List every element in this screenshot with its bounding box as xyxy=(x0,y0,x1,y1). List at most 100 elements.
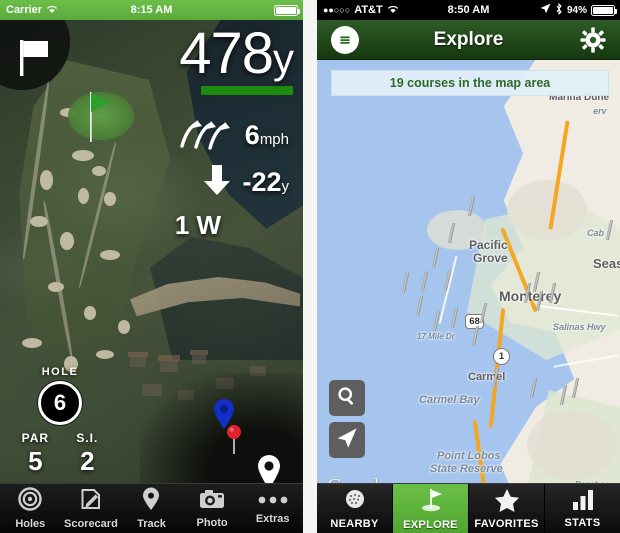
status-time: 8:15 AM xyxy=(130,4,173,16)
tab-label: NEARBY xyxy=(330,517,379,530)
course-pin-marker[interactable] xyxy=(527,370,541,398)
tab-label: EXPLORE xyxy=(403,518,458,531)
bunker xyxy=(96,350,114,359)
tab-explore[interactable]: EXPLORE xyxy=(393,484,469,533)
tab-label: Holes xyxy=(15,518,46,530)
tab-nearby[interactable]: NEARBY xyxy=(317,484,393,533)
par-group: PAR 5 xyxy=(22,431,49,477)
locate-button[interactable] xyxy=(329,422,365,458)
course-pin-marker[interactable] xyxy=(413,288,427,316)
phone-gap-divider xyxy=(306,0,314,533)
terrain-shade xyxy=(527,410,617,480)
tab-favorites[interactable]: FAVORITES xyxy=(469,484,545,533)
camera-icon xyxy=(199,488,225,515)
shot-stats-block: 6mph -22y 1 W xyxy=(129,116,289,241)
tab-track[interactable]: Track xyxy=(121,484,182,533)
map-label: erv xyxy=(593,106,607,116)
battery-percent: 94% xyxy=(566,4,587,16)
par-value: 5 xyxy=(28,446,43,476)
course-pin-marker[interactable] xyxy=(399,265,413,293)
course-count-banner: 19 courses in the map area xyxy=(331,70,609,96)
tab-label: Extras xyxy=(255,512,290,525)
course-pin-marker[interactable] xyxy=(430,303,444,331)
bunker xyxy=(92,166,106,176)
course-pin-marker[interactable] xyxy=(448,300,462,328)
explore-nav-bar: Explore xyxy=(317,20,620,60)
tab-stats[interactable]: STATS xyxy=(545,484,620,533)
google-map-view[interactable]: 19 courses in the map area Marina Dune er… xyxy=(317,60,620,503)
search-icon xyxy=(337,386,357,411)
elevation-unit: y xyxy=(281,178,290,195)
left-phone-golf-app: Carrier 8:15 AM 478y 6mph -22y 1 W Holes… xyxy=(0,0,306,533)
map-label: Salinas Hwy xyxy=(553,322,606,332)
bunker xyxy=(84,306,96,320)
course-pin-marker[interactable] xyxy=(445,215,459,243)
white-location-pin[interactable] xyxy=(256,454,282,483)
dual-phone-screenshot: Carrier 8:15 AM 478y 6mph -22y 1 W Holes… xyxy=(0,0,620,533)
elevation-row: -22y xyxy=(129,163,289,202)
status-right-group: 94% xyxy=(540,2,617,18)
right-status-bar: ●●○○○ AT&T 8:50 AM 94% xyxy=(317,0,620,20)
golf-ball-icon xyxy=(343,488,367,517)
tab-label: Track xyxy=(137,518,166,530)
bluetooth-icon xyxy=(555,2,563,18)
si-group: S.I. 2 xyxy=(76,431,98,477)
elevation-group: -22y xyxy=(242,167,289,198)
distance-value: 478 xyxy=(179,21,274,86)
course-pin-marker[interactable] xyxy=(603,212,617,240)
tab-holes[interactable]: Holes xyxy=(0,484,61,533)
club-recommendation: 1 W xyxy=(174,210,222,240)
left-tab-bar: Holes Scorecard Track Photo Extras xyxy=(0,483,303,533)
red-pin-marker[interactable] xyxy=(226,424,242,459)
map-label: Point Lobos xyxy=(437,450,501,462)
hole-info-panel: HOLE 6 PAR 5 S.I. 2 xyxy=(8,366,112,477)
course-pin-marker[interactable] xyxy=(469,318,483,346)
tab-photo[interactable]: Photo xyxy=(182,484,243,533)
hole-number-badge: 6 xyxy=(38,381,82,425)
map-label: Grove xyxy=(473,251,508,265)
course-pin-marker[interactable] xyxy=(489,360,503,388)
wind-arrows-icon xyxy=(177,116,235,155)
course-pin-marker[interactable] xyxy=(429,240,443,268)
status-battery-group xyxy=(274,4,300,16)
bunker xyxy=(60,232,74,250)
course-pin-marker[interactable] xyxy=(569,370,583,398)
wind-speed-group: 6mph xyxy=(245,120,289,151)
course-pin-marker[interactable] xyxy=(533,283,547,311)
tab-scorecard[interactable]: Scorecard xyxy=(61,484,122,533)
location-arrow-icon xyxy=(540,3,551,17)
distance-underline-bar xyxy=(201,85,293,95)
bunker xyxy=(78,188,89,204)
left-status-bar: Carrier 8:15 AM xyxy=(0,0,303,20)
battery-icon xyxy=(274,4,300,16)
arrow-down-icon xyxy=(202,163,232,202)
par-si-row: PAR 5 S.I. 2 xyxy=(8,431,112,477)
scorecard-pencil-icon xyxy=(79,487,103,516)
wind-row: 6mph xyxy=(129,116,289,155)
map-label: Seas xyxy=(593,256,620,271)
course-pin-marker[interactable] xyxy=(418,263,432,291)
ellipsis-icon xyxy=(257,493,289,511)
par-label: PAR xyxy=(21,431,50,445)
course-pin-marker[interactable] xyxy=(441,263,455,291)
map-pin-icon xyxy=(139,487,163,516)
tab-extras[interactable]: Extras xyxy=(242,484,303,533)
map-label: Carmel Bay xyxy=(419,394,480,406)
flag-icon xyxy=(20,40,48,76)
green-flag-marker xyxy=(74,88,110,149)
bunker xyxy=(22,338,42,348)
search-button[interactable] xyxy=(329,380,365,416)
wind-speed-value: 6 xyxy=(244,120,260,150)
course-pin-marker[interactable] xyxy=(546,275,560,303)
course-pin-marker[interactable] xyxy=(465,188,479,216)
bunker xyxy=(72,150,94,161)
tab-label: STATS xyxy=(564,516,601,529)
map-label: 17 Mile Dr xyxy=(417,332,455,341)
star-icon xyxy=(494,488,520,517)
course-pin-marker[interactable] xyxy=(477,295,491,323)
bunker xyxy=(100,250,120,260)
map-label: Pacific xyxy=(469,238,508,252)
gear-icon[interactable] xyxy=(578,25,608,55)
hole-label: HOLE xyxy=(41,366,79,378)
distance-unit: y xyxy=(273,35,294,82)
